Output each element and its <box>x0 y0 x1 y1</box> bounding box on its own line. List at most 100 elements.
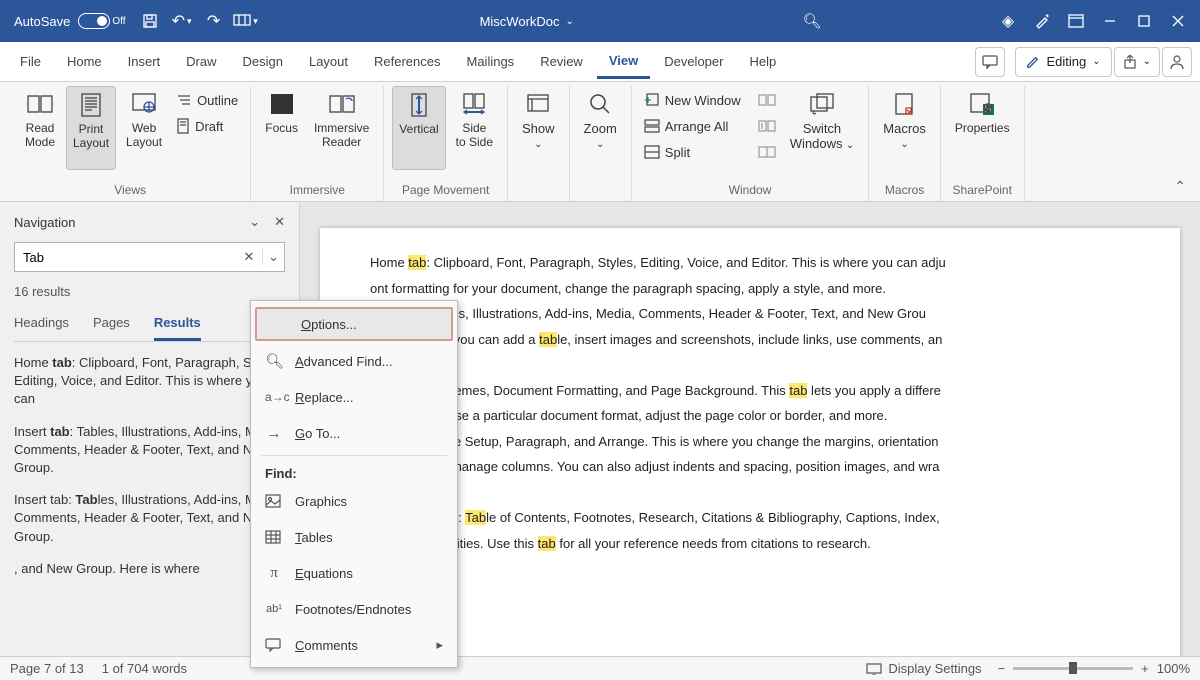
diamond-icon[interactable]: ◈ <box>992 5 1024 37</box>
nav-collapse-icon[interactable]: ⌄ <box>249 214 260 230</box>
nav-results-list: Home tab: Clipboard, Font, Paragraph, St… <box>14 354 285 592</box>
nav-search-dropdown-icon[interactable]: ⌄ <box>262 249 284 265</box>
tab-help[interactable]: Help <box>737 46 788 77</box>
share-button[interactable]: ⌄ <box>1114 47 1160 77</box>
document-title[interactable]: MiscWorkDoc⌄ <box>262 14 792 29</box>
maximize-icon[interactable] <box>1128 5 1160 37</box>
focus-button[interactable]: Focus <box>259 86 304 170</box>
group-immersive: Focus Immersive Reader Immersive <box>251 86 384 201</box>
nav-tab-results[interactable]: Results <box>154 311 201 341</box>
tables-icon <box>265 530 283 544</box>
web-layout-button[interactable]: Web Layout <box>120 86 168 170</box>
zoom-in-icon[interactable]: + <box>1141 661 1149 676</box>
split-button[interactable]: Split <box>640 140 750 164</box>
close-icon[interactable] <box>1162 5 1194 37</box>
title-bar: AutoSave Off ↶▾ ↷ ▾ MiscWorkDoc⌄ 🔍︎ ◈ <box>0 0 1200 42</box>
menu-replace[interactable]: a→cReplace... <box>251 379 457 415</box>
print-layout-button[interactable]: Print Layout <box>66 86 116 170</box>
arrange-all-button[interactable]: Arrange All <box>640 114 750 138</box>
display-settings-button[interactable]: Display Settings <box>866 661 981 676</box>
nav-result-item[interactable]: Insert tab: Tables, Illustrations, Add-i… <box>14 423 285 478</box>
autosave-toggle[interactable]: AutoSave Off <box>6 13 134 29</box>
toggle-switch[interactable] <box>78 13 110 29</box>
menu-graphics[interactable]: Graphics <box>251 483 457 519</box>
menu-comments[interactable]: Comments▸ <box>251 627 457 663</box>
collab-button[interactable] <box>1162 47 1192 77</box>
tab-developer[interactable]: Developer <box>652 46 735 77</box>
side-to-side-button[interactable]: Side to Side <box>450 86 499 170</box>
nav-search-box[interactable]: ✕ ⌄ <box>14 242 285 272</box>
zoom-button[interactable]: Zoom⌄ <box>578 86 623 170</box>
nav-tab-headings[interactable]: Headings <box>14 311 69 341</box>
group-window: New Window Arrange All Split Switch Wind… <box>632 86 869 201</box>
zoom-control[interactable]: − + 100% <box>998 661 1190 676</box>
tab-mailings[interactable]: Mailings <box>455 46 527 77</box>
tab-draw[interactable]: Draw <box>174 46 228 77</box>
menu-options[interactable]: Options... <box>255 307 453 341</box>
zoom-slider[interactable] <box>1013 667 1133 670</box>
menu-footnotes[interactable]: ab¹Footnotes/Endnotes <box>251 591 457 627</box>
vertical-button[interactable]: Vertical <box>392 86 445 170</box>
menu-goto[interactable]: →Go To... <box>251 415 457 451</box>
save-icon[interactable] <box>134 5 166 37</box>
collapse-ribbon-icon[interactable]: ⌃ <box>1174 178 1186 195</box>
group-sharepoint: SProperties SharePoint <box>941 86 1025 201</box>
comments-button[interactable] <box>975 47 1005 77</box>
search-context-menu: Options... 🔍︎Advanced Find... a→cReplace… <box>250 300 458 668</box>
coming-soon-icon[interactable] <box>1026 5 1058 37</box>
search-icon: 🔍︎ <box>265 352 283 370</box>
view-side-by-side-button[interactable] <box>754 88 780 112</box>
properties-button[interactable]: SProperties <box>949 86 1016 170</box>
immersive-reader-button[interactable]: Immersive Reader <box>308 86 375 170</box>
menu-equations[interactable]: πEquations <box>251 555 457 591</box>
group-immersive-label: Immersive <box>290 181 345 201</box>
nav-close-icon[interactable]: ✕ <box>274 214 285 230</box>
pencil-icon <box>1026 55 1040 69</box>
tab-review[interactable]: Review <box>528 46 595 77</box>
tab-home[interactable]: Home <box>55 46 114 77</box>
group-macros-label: Macros <box>885 181 924 201</box>
qat-customize-icon[interactable]: ▾ <box>230 5 262 37</box>
sync-scrolling-button[interactable] <box>754 114 780 138</box>
read-mode-button[interactable]: Read Mode <box>18 86 62 170</box>
menu-bar: File Home Insert Draw Design Layout Refe… <box>0 42 1200 82</box>
draft-button[interactable]: Draft <box>172 114 242 138</box>
tab-file[interactable]: File <box>8 46 53 77</box>
equations-icon: π <box>265 565 283 582</box>
reset-window-button[interactable] <box>754 140 780 164</box>
group-views: Read Mode Print Layout Web Layout Outlin… <box>10 86 251 201</box>
new-window-button[interactable]: New Window <box>640 88 750 112</box>
minimize-icon[interactable] <box>1094 5 1126 37</box>
tab-references[interactable]: References <box>362 46 452 77</box>
nav-result-item[interactable]: Insert tab: Tables, Illustrations, Add-i… <box>14 491 285 546</box>
search-icon[interactable]: 🔍︎ <box>792 12 832 30</box>
menu-tables[interactable]: Tables <box>251 519 457 555</box>
nav-search-input[interactable] <box>15 250 236 265</box>
show-button[interactable]: Show⌄ <box>516 86 561 170</box>
editing-mode-button[interactable]: Editing⌄ <box>1015 47 1111 77</box>
undo-icon[interactable]: ↶▾ <box>166 5 198 37</box>
nav-tabs: Headings Pages Results <box>14 311 285 342</box>
status-words[interactable]: 1 of 704 words <box>102 661 187 676</box>
macros-button[interactable]: Macros⌄ <box>877 86 932 170</box>
nav-result-item[interactable]: Home tab: Clipboard, Font, Paragraph, St… <box>14 354 285 409</box>
nav-tab-pages[interactable]: Pages <box>93 311 130 341</box>
svg-text:S: S <box>984 101 993 116</box>
zoom-level[interactable]: 100% <box>1157 661 1190 676</box>
group-page-movement-label: Page Movement <box>402 181 489 201</box>
menu-advanced-find[interactable]: 🔍︎Advanced Find... <box>251 343 457 379</box>
tab-insert[interactable]: Insert <box>116 46 173 77</box>
tab-layout[interactable]: Layout <box>297 46 360 77</box>
group-window-label: Window <box>729 181 772 201</box>
redo-icon[interactable]: ↷ <box>198 5 230 37</box>
nav-search-clear-icon[interactable]: ✕ <box>236 249 262 265</box>
group-page-movement: Vertical Side to Side Page Movement <box>384 86 508 201</box>
zoom-out-icon[interactable]: − <box>998 661 1006 676</box>
tab-view[interactable]: View <box>597 45 650 79</box>
status-page[interactable]: Page 7 of 13 <box>10 661 84 676</box>
switch-windows-button[interactable]: Switch Windows ⌄ <box>784 86 860 170</box>
tab-design[interactable]: Design <box>231 46 295 77</box>
outline-button[interactable]: Outline <box>172 88 242 112</box>
ribbon-display-icon[interactable] <box>1060 5 1092 37</box>
nav-result-item[interactable]: , and New Group. Here is where <box>14 560 285 578</box>
